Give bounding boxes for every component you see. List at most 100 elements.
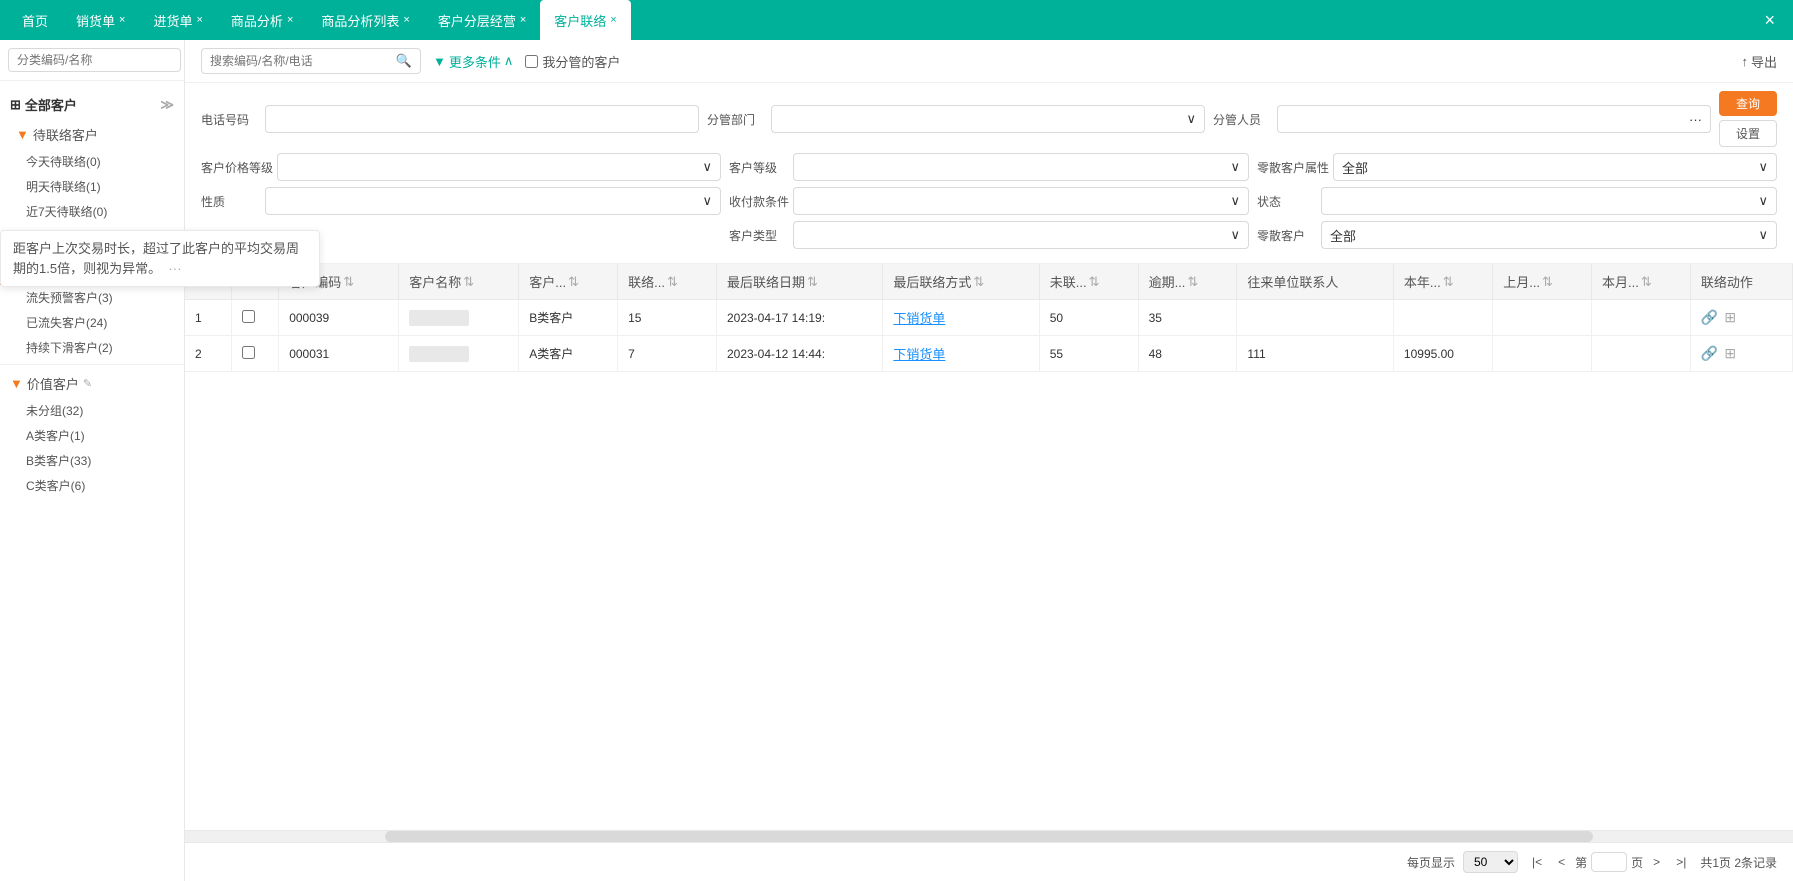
sidebar-lost-customers[interactable]: 已流失客户(24) (0, 310, 184, 335)
sidebar-7day-pending[interactable]: 近7天待联络(0) (0, 199, 184, 224)
row2-method-link[interactable]: 下销货单 (893, 347, 945, 362)
tooltip-box: 距客户上次交易时长，超过了此客户的平均交易周期的1.5倍，则视为异常。 ··· (0, 230, 184, 287)
more-conditions-btn[interactable]: ▼ 更多条件 ∧ (433, 52, 513, 71)
nav-product-analysis-list[interactable]: 商品分析列表 × (307, 0, 423, 40)
sidebar-today-pending[interactable]: 今天待联络(0) (0, 149, 184, 174)
row1-checkbox (231, 300, 279, 336)
gender-dropdown-icon: ∨ (702, 193, 712, 209)
sidebar-pending-contact-group[interactable]: ▼ 待联络客户 (0, 120, 184, 149)
row2-last-contact-method: 下销货单 (883, 336, 1039, 372)
row1-last-month (1493, 300, 1592, 336)
col-last-month: 上月... ⇅ (1493, 264, 1592, 300)
filter-payment: 收付款条件 ∨ (729, 187, 1249, 215)
sidebar-lost-warning[interactable]: 流失预警客户(3) (0, 285, 184, 310)
sort-date-icon[interactable]: ⇅ (807, 274, 818, 290)
row1-code: 000039 (279, 300, 399, 336)
page-number-input[interactable]: 1 (1591, 852, 1627, 872)
sidebar-search-input[interactable] (8, 48, 181, 72)
row1-method-link[interactable]: 下销货单 (893, 311, 945, 326)
scroll-thumb[interactable] (385, 831, 1593, 842)
sort-overdue-icon[interactable]: ⇅ (1187, 274, 1198, 290)
sidebar-content: ⊞ 全部客户 ≫ ▼ 待联络客户 今天待联络(0) 明天待联络(1) 近7天待联… (0, 81, 184, 881)
sidebar-declining-customers[interactable]: 持续下滑客户(2) (0, 335, 184, 360)
edit-icon[interactable]: ✎ (83, 377, 92, 390)
sort-unc-icon[interactable]: ⇅ (1089, 274, 1100, 290)
payment-select[interactable]: ∨ (793, 187, 1249, 215)
filter-row-3: 性质 ∨ 收付款条件 ∨ 状态 (201, 187, 1777, 215)
sort-method-icon[interactable]: ⇅ (973, 274, 984, 290)
nav-home[interactable]: 首页 (8, 0, 62, 40)
next-page-btn[interactable]: > (1647, 853, 1666, 871)
per-page-select[interactable]: 50 100 200 (1463, 851, 1518, 873)
table-row: 1 000039 B类客户 15 2023-04-17 14:19: 下销货单 (185, 300, 1793, 336)
sidebar-value-customers-group[interactable]: ▼ 价值客户 ✎ (0, 369, 184, 398)
col-this-year: 本年... ⇅ (1393, 264, 1492, 300)
manager-select[interactable]: ··· (1277, 105, 1711, 133)
ctype-select[interactable]: ∨ (793, 221, 1249, 249)
retail-customer-select[interactable]: 全部 ∨ (1321, 221, 1777, 249)
row2-contacts: 111 (1237, 336, 1394, 372)
sort-name-icon[interactable]: ⇅ (463, 274, 474, 290)
row1-overdue: 35 (1138, 300, 1237, 336)
sort-year-icon[interactable]: ⇅ (1443, 274, 1454, 290)
price-dropdown-icon: ∨ (702, 159, 712, 175)
row1-grid-icon[interactable]: ⊞ (1724, 309, 1736, 326)
row2-link-icon[interactable]: 🔗 (1701, 345, 1718, 362)
row2-grid-icon[interactable]: ⊞ (1724, 345, 1736, 362)
filter-retail-customer: 零散客户 全部 ∨ (1257, 221, 1777, 249)
retail-attr-select[interactable]: 全部 ∨ (1333, 153, 1777, 181)
dept-select[interactable]: ∨ (771, 105, 1205, 133)
filter-retail-attr: 零散客户属性 全部 ∨ (1257, 153, 1777, 181)
query-button[interactable]: 查询 (1719, 91, 1777, 116)
sidebar-all-customers[interactable]: ⊞ 全部客户 ≫ (0, 89, 184, 120)
phone-input[interactable] (265, 105, 699, 133)
customer-level-select[interactable]: ∨ (793, 153, 1249, 181)
bottom-bar: 每页显示 50 100 200 |< < 第 1 页 > >| 共1页 2条记录 (185, 842, 1793, 881)
gender-select[interactable]: ∨ (265, 187, 721, 215)
sidebar-b-customers[interactable]: B类客户(33) (0, 448, 184, 473)
sort-lastm-icon[interactable]: ⇅ (1542, 274, 1553, 290)
my-customers-checkbox[interactable] (525, 55, 538, 68)
nav-purchase[interactable]: 进货单 × (139, 0, 216, 40)
sort-thism-icon[interactable]: ⇅ (1641, 274, 1652, 290)
sidebar-collapse-icon[interactable]: ≫ (160, 97, 174, 113)
sidebar-tomorrow-pending[interactable]: 明天待联络(1) (0, 174, 184, 199)
my-customers-checkbox-label[interactable]: 我分管的客户 (525, 52, 620, 71)
filter-row-4: ··· 客户类型 ∨ 零散客户 全部 ∨ (201, 221, 1777, 249)
nav-product-analysis[interactable]: 商品分析 × (217, 0, 307, 40)
filter-price-level: 客户价格等级 ∨ (201, 153, 721, 181)
sort-type-icon[interactable]: ⇅ (568, 274, 579, 290)
filter-search-input[interactable] (210, 54, 396, 68)
filter-row-2: 客户价格等级 ∨ 客户等级 ∨ 零散客户属性 全部 (201, 153, 1777, 181)
price-level-select[interactable]: ∨ (277, 153, 721, 181)
sidebar-unclassified[interactable]: 未分组(32) (0, 398, 184, 423)
filter-manager: 分管人员 ··· (1213, 105, 1711, 133)
manager-dropdown-icon: ··· (1689, 112, 1702, 127)
row1-select-checkbox[interactable] (242, 310, 255, 323)
nav-sales[interactable]: 销货单 × (62, 0, 139, 40)
window-close-button[interactable]: × (1754, 10, 1785, 31)
first-page-btn[interactable]: |< (1526, 853, 1548, 871)
sort-contact-icon[interactable]: ⇅ (667, 274, 678, 290)
content-area: 🔍 ▼ 更多条件 ∧ 我分管的客户 ↑ 导出 电话号码 (185, 40, 1793, 881)
prev-page-btn[interactable]: < (1552, 853, 1571, 871)
sidebar-a-customers[interactable]: A类客户(1) (0, 423, 184, 448)
filter-search-icon[interactable]: 🔍 (396, 53, 412, 69)
setting-button[interactable]: 设置 (1719, 120, 1777, 147)
export-button[interactable]: ↑ 导出 (1741, 52, 1777, 71)
name-placeholder-1 (409, 310, 469, 326)
last-page-btn[interactable]: >| (1670, 853, 1692, 871)
nav-customer-tiering[interactable]: 客户分层经营 × (424, 0, 540, 40)
filter-dept: 分管部门 ∨ (707, 105, 1205, 133)
nav-customer-contact[interactable]: 客户联络 × (540, 0, 630, 40)
sidebar: 🔍 ⊞ 全部客户 ≫ ▼ 待联络客户 今天待联络(0) 明天待联络(1) 近7天… (0, 40, 185, 881)
row2-overdue: 48 (1138, 336, 1237, 372)
status-select[interactable]: ∨ (1321, 187, 1777, 215)
row1-link-icon[interactable]: 🔗 (1701, 309, 1718, 326)
horizontal-scrollbar[interactable] (185, 830, 1793, 842)
row2-index: 2 (185, 336, 231, 372)
row2-select-checkbox[interactable] (242, 346, 255, 359)
sort-icon[interactable]: ⇅ (343, 274, 354, 290)
row2-type: A类客户 (519, 336, 618, 372)
sidebar-c-customers[interactable]: C类客户(6) (0, 473, 184, 498)
